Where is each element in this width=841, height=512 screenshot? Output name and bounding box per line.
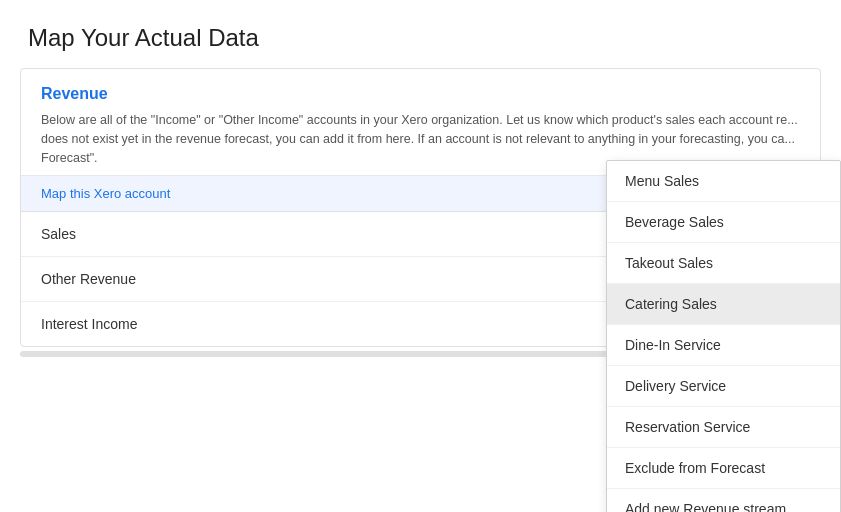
row-label-other-revenue: Other Revenue bbox=[41, 271, 136, 287]
row-label-interest-income: Interest Income bbox=[41, 316, 138, 332]
dropdown-item-menu-sales[interactable]: Menu Sales bbox=[607, 161, 840, 202]
table-header-label: Map this Xero account bbox=[41, 186, 170, 201]
dropdown-item-takeout-sales[interactable]: Takeout Sales bbox=[607, 243, 840, 284]
dropdown-item-delivery-service[interactable]: Delivery Service bbox=[607, 366, 840, 407]
section-title: Revenue bbox=[41, 85, 800, 103]
section-description: Below are all of the "Income" or "Other … bbox=[41, 111, 800, 167]
page-title: Map Your Actual Data bbox=[0, 0, 841, 68]
dropdown-item-add-revenue-stream[interactable]: Add new Revenue stream bbox=[607, 489, 840, 512]
dropdown-item-dine-in-service[interactable]: Dine-In Service bbox=[607, 325, 840, 366]
dropdown-item-catering-sales[interactable]: Catering Sales bbox=[607, 284, 840, 325]
row-label-sales: Sales bbox=[41, 226, 76, 242]
dropdown-menu: Menu Sales Beverage Sales Takeout Sales … bbox=[606, 160, 841, 512]
main-container: Map Your Actual Data Revenue Below are a… bbox=[0, 0, 841, 512]
dropdown-item-beverage-sales[interactable]: Beverage Sales bbox=[607, 202, 840, 243]
dropdown-item-exclude-forecast[interactable]: Exclude from Forecast bbox=[607, 448, 840, 489]
dropdown-item-reservation-service[interactable]: Reservation Service bbox=[607, 407, 840, 448]
